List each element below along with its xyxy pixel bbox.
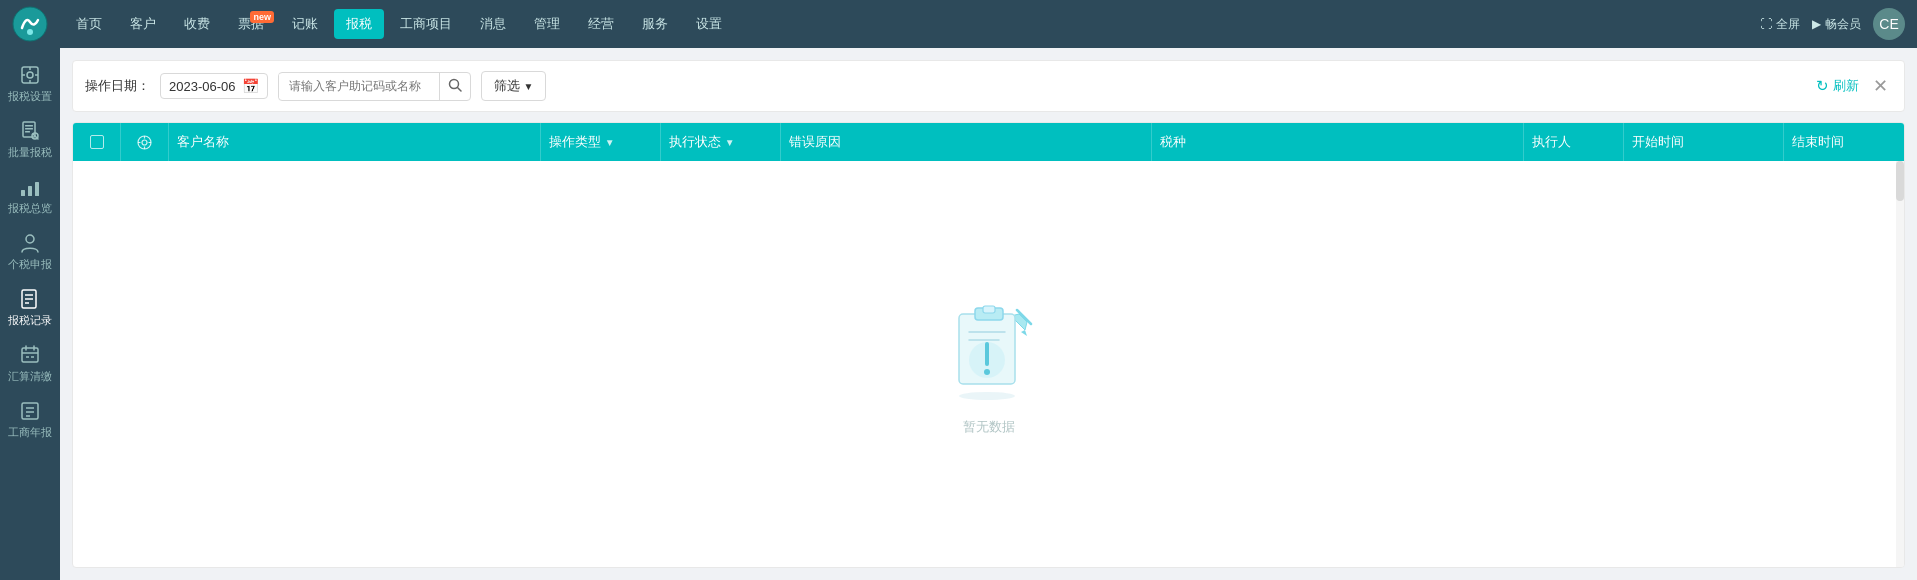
search-box	[278, 72, 471, 101]
svg-point-16	[26, 235, 34, 243]
sidebar-label-tax-settings: 报税设置	[8, 89, 52, 104]
nav-bookkeeping[interactable]: 记账	[280, 9, 330, 39]
sidebar-label-batch-tax: 批量报税	[8, 145, 52, 160]
nav-home[interactable]: 首页	[64, 9, 114, 39]
sidebar-label-annual-report: 工商年报	[8, 425, 52, 440]
sidebar: 报税设置 批量报税	[0, 48, 60, 580]
toolbar: 操作日期： 2023-06-06 📅 筛选 ▼ ↻	[72, 60, 1905, 112]
th-op-type[interactable]: 操作类型 ▼	[541, 123, 661, 161]
sidebar-label-tax-record: 报税记录	[8, 313, 52, 328]
svg-rect-44	[983, 306, 995, 313]
search-button[interactable]	[439, 73, 470, 100]
filter-button[interactable]: 筛选 ▼	[481, 71, 547, 101]
member-label: 畅会员	[1825, 16, 1861, 33]
nav-tax[interactable]: 报税	[334, 9, 384, 39]
svg-point-34	[142, 140, 147, 145]
table-header: 客户名称 操作类型 ▼ 执行状态 ▼ 错误原因 税种 执行人	[73, 123, 1904, 161]
svg-rect-15	[35, 182, 39, 196]
svg-rect-21	[22, 348, 38, 362]
nav-message[interactable]: 消息	[468, 9, 518, 39]
annual-report-icon	[19, 400, 41, 422]
th-settings[interactable]	[121, 123, 169, 161]
svg-marker-41	[1021, 330, 1027, 336]
scrollbar[interactable]	[1896, 161, 1904, 567]
empty-state: 暂无数据	[73, 161, 1904, 567]
th-status[interactable]: 执行状态 ▼	[661, 123, 781, 161]
avatar[interactable]: CE	[1873, 8, 1905, 40]
logo[interactable]	[12, 6, 48, 42]
th-tax-type: 税种	[1152, 123, 1524, 161]
date-value: 2023-06-06	[169, 79, 236, 94]
play-icon: ▶	[1812, 17, 1821, 31]
nav-ticket[interactable]: 票据 new	[226, 9, 276, 39]
tax-overview-icon	[19, 176, 41, 198]
tax-record-icon	[19, 288, 41, 310]
close-button[interactable]: ✕	[1869, 75, 1892, 97]
svg-rect-14	[28, 186, 32, 196]
empty-text: 暂无数据	[963, 418, 1015, 436]
op-type-filter-icon: ▼	[605, 137, 615, 148]
svg-point-47	[984, 369, 990, 375]
refresh-label: 刷新	[1833, 77, 1859, 95]
sidebar-label-personal-tax: 个税申报	[8, 257, 52, 272]
filter-chevron-icon: ▼	[524, 81, 534, 92]
personal-tax-icon	[19, 232, 41, 254]
sidebar-item-batch-tax[interactable]: 批量报税	[2, 112, 58, 168]
top-nav: 首页 客户 收费 票据 new 记账 报税 工商项目 消息 管理 经营 服务 设…	[0, 0, 1917, 48]
status-filter-icon: ▼	[725, 137, 735, 148]
nav-items: 首页 客户 收费 票据 new 记账 报税 工商项目 消息 管理 经营 服务 设…	[64, 9, 1760, 39]
fullscreen-icon: ⛶	[1760, 17, 1772, 31]
th-checkbox[interactable]	[73, 123, 121, 161]
date-picker[interactable]: 2023-06-06 📅	[160, 73, 268, 99]
search-input[interactable]	[279, 74, 439, 98]
member-btn[interactable]: ▶ 畅会员	[1812, 16, 1861, 33]
main-layout: 报税设置 批量报税	[0, 48, 1917, 580]
empty-icon	[939, 292, 1039, 402]
calendar-icon: 📅	[242, 78, 259, 94]
nav-operation[interactable]: 经营	[576, 9, 626, 39]
header-checkbox[interactable]	[90, 135, 104, 149]
sidebar-item-annual-report[interactable]: 工商年报	[2, 392, 58, 448]
refresh-icon: ↻	[1816, 77, 1829, 95]
nav-customer[interactable]: 客户	[118, 9, 168, 39]
th-start-time: 开始时间	[1624, 123, 1784, 161]
annual-settle-icon	[19, 344, 41, 366]
table-container: 客户名称 操作类型 ▼ 执行状态 ▼ 错误原因 税种 执行人	[72, 122, 1905, 568]
svg-rect-11	[25, 131, 30, 133]
sidebar-item-tax-overview[interactable]: 报税总览	[2, 168, 58, 224]
fullscreen-label: 全屏	[1776, 16, 1800, 33]
svg-rect-13	[21, 190, 25, 196]
nav-right: ⛶ 全屏 ▶ 畅会员 CE	[1760, 8, 1905, 40]
th-end-time: 结束时间	[1784, 123, 1904, 161]
refresh-button[interactable]: ↻ 刷新	[1816, 77, 1859, 95]
nav-manage[interactable]: 管理	[522, 9, 572, 39]
svg-point-50	[959, 392, 1015, 400]
th-error-reason: 错误原因	[781, 123, 1153, 161]
content-area: 操作日期： 2023-06-06 📅 筛选 ▼ ↻	[60, 48, 1917, 580]
svg-point-3	[27, 72, 33, 78]
sidebar-label-tax-overview: 报税总览	[8, 201, 52, 216]
batch-tax-icon	[19, 120, 41, 142]
sidebar-item-tax-record[interactable]: 报税记录	[2, 280, 58, 336]
filter-label: 筛选	[494, 77, 520, 95]
sidebar-item-personal-tax[interactable]: 个税申报	[2, 224, 58, 280]
nav-business[interactable]: 工商项目	[388, 9, 464, 39]
nav-service[interactable]: 服务	[630, 9, 680, 39]
nav-fee[interactable]: 收费	[172, 9, 222, 39]
svg-rect-9	[25, 125, 33, 127]
th-executor: 执行人	[1524, 123, 1624, 161]
nav-settings[interactable]: 设置	[684, 9, 734, 39]
sidebar-label-annual-settle: 汇算清缴	[8, 369, 52, 384]
svg-point-1	[27, 29, 33, 35]
svg-line-32	[457, 87, 461, 91]
sidebar-item-annual-settle[interactable]: 汇算清缴	[2, 336, 58, 392]
scroll-thumb[interactable]	[1896, 161, 1904, 201]
th-name: 客户名称	[169, 123, 541, 161]
svg-rect-10	[25, 128, 33, 130]
date-label: 操作日期：	[85, 77, 150, 95]
fullscreen-btn[interactable]: ⛶ 全屏	[1760, 16, 1800, 33]
sidebar-item-tax-settings[interactable]: 报税设置	[2, 56, 58, 112]
tax-settings-icon	[19, 64, 41, 86]
new-badge: new	[250, 11, 274, 23]
